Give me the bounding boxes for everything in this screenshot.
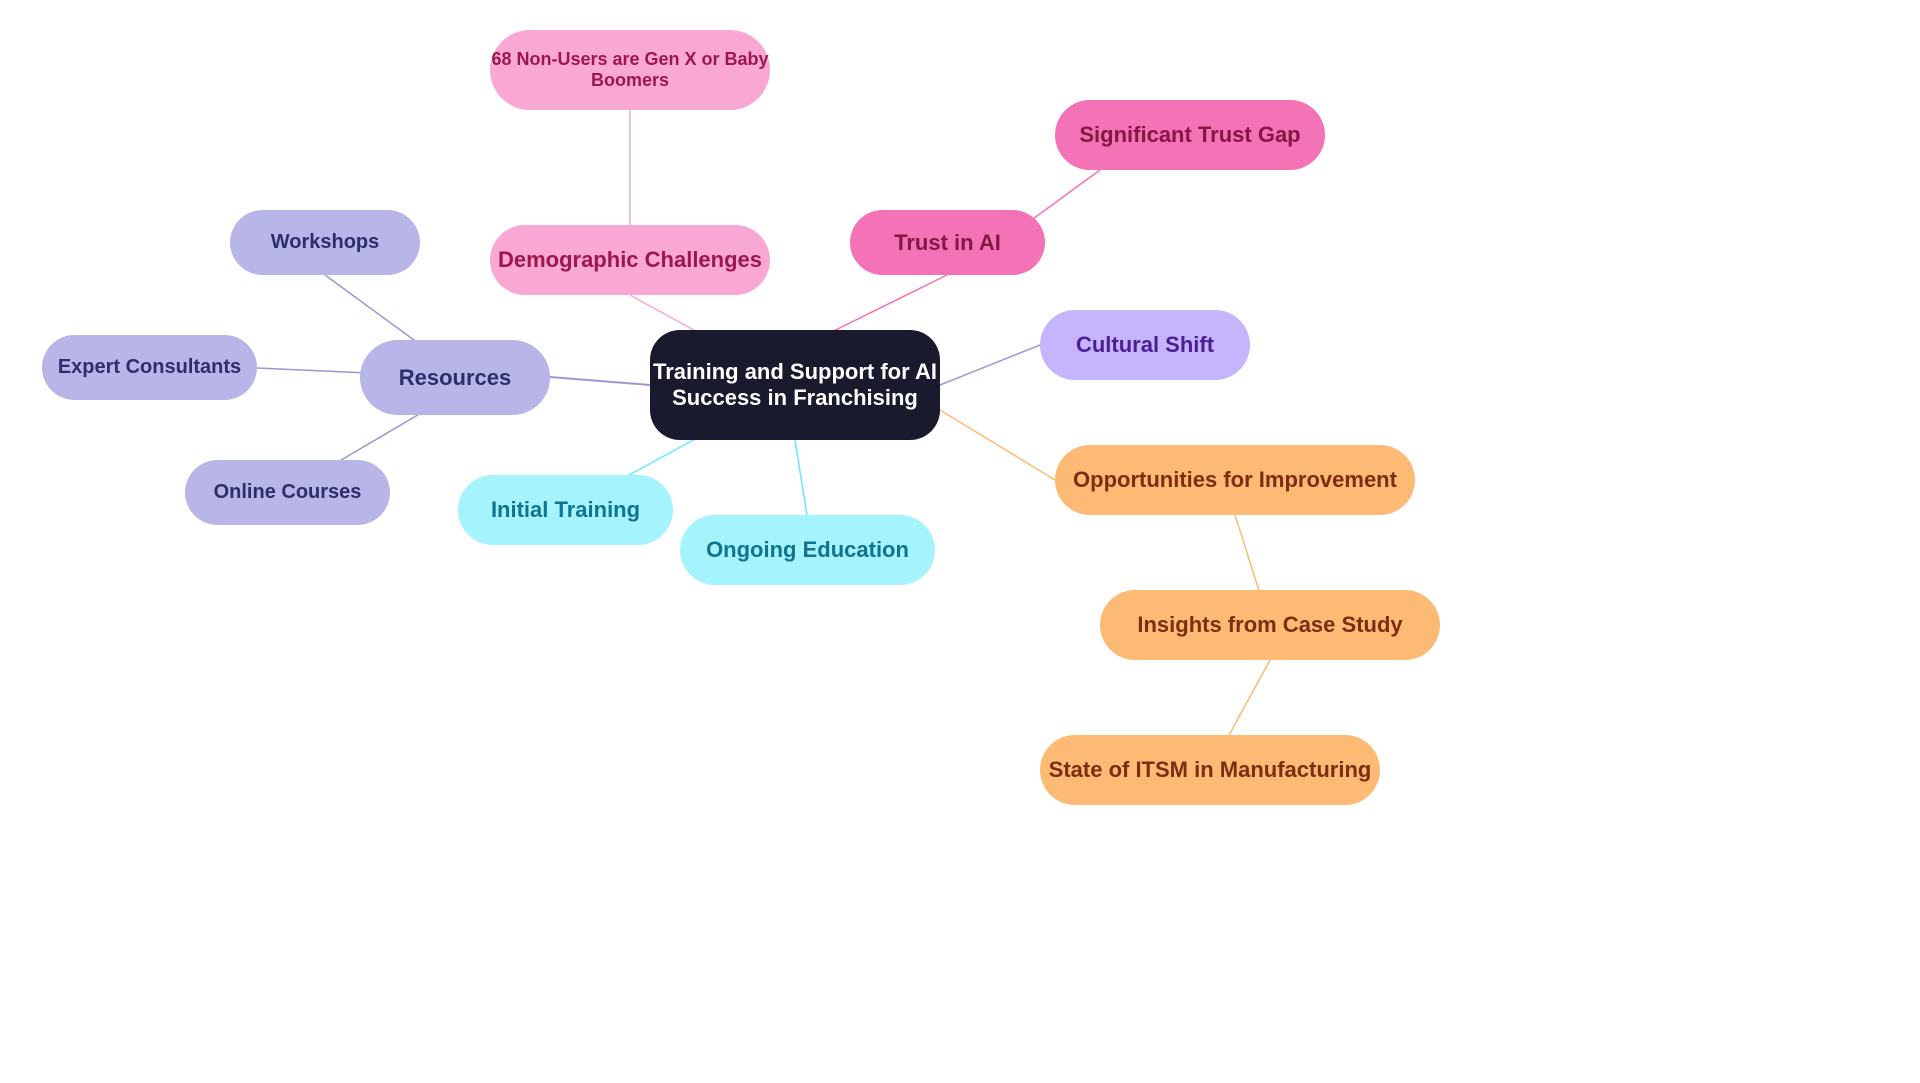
opportunities-label: Opportunities for Improvement	[1073, 467, 1397, 493]
cultural-label: Cultural Shift	[1076, 332, 1214, 358]
nonusers-node: 68 Non-Users are Gen X or Baby Boomers	[490, 30, 770, 110]
trust-node: Trust in AI	[850, 210, 1045, 275]
initial-label: Initial Training	[491, 497, 640, 523]
ongoing-node: Ongoing Education	[680, 515, 935, 585]
trustgap-node: Significant Trust Gap	[1055, 100, 1325, 170]
center-label: Training and Support for AI Success in F…	[650, 359, 940, 411]
workshops-label: Workshops	[271, 231, 380, 254]
insights-node: Insights from Case Study	[1100, 590, 1440, 660]
demographic-label: Demographic Challenges	[498, 247, 762, 273]
resources-label: Resources	[399, 365, 512, 391]
online-label: Online Courses	[214, 481, 362, 504]
cultural-node: Cultural Shift	[1040, 310, 1250, 380]
initial-node: Initial Training	[458, 475, 673, 545]
opportunities-node: Opportunities for Improvement	[1055, 445, 1415, 515]
resources-node: Resources	[360, 340, 550, 415]
itsm-label: State of ITSM in Manufacturing	[1049, 757, 1372, 783]
workshops-node: Workshops	[230, 210, 420, 275]
trust-label: Trust in AI	[894, 230, 1001, 256]
itsm-node: State of ITSM in Manufacturing	[1040, 735, 1380, 805]
insights-label: Insights from Case Study	[1137, 612, 1402, 638]
nonusers-label: 68 Non-Users are Gen X or Baby Boomers	[490, 49, 770, 91]
demographic-node: Demographic Challenges	[490, 225, 770, 295]
online-node: Online Courses	[185, 460, 390, 525]
center-node: Training and Support for AI Success in F…	[650, 330, 940, 440]
expert-node: Expert Consultants	[42, 335, 257, 400]
connections-svg	[0, 0, 1920, 1083]
trustgap-label: Significant Trust Gap	[1079, 122, 1300, 148]
expert-label: Expert Consultants	[58, 356, 241, 379]
ongoing-label: Ongoing Education	[706, 537, 909, 563]
